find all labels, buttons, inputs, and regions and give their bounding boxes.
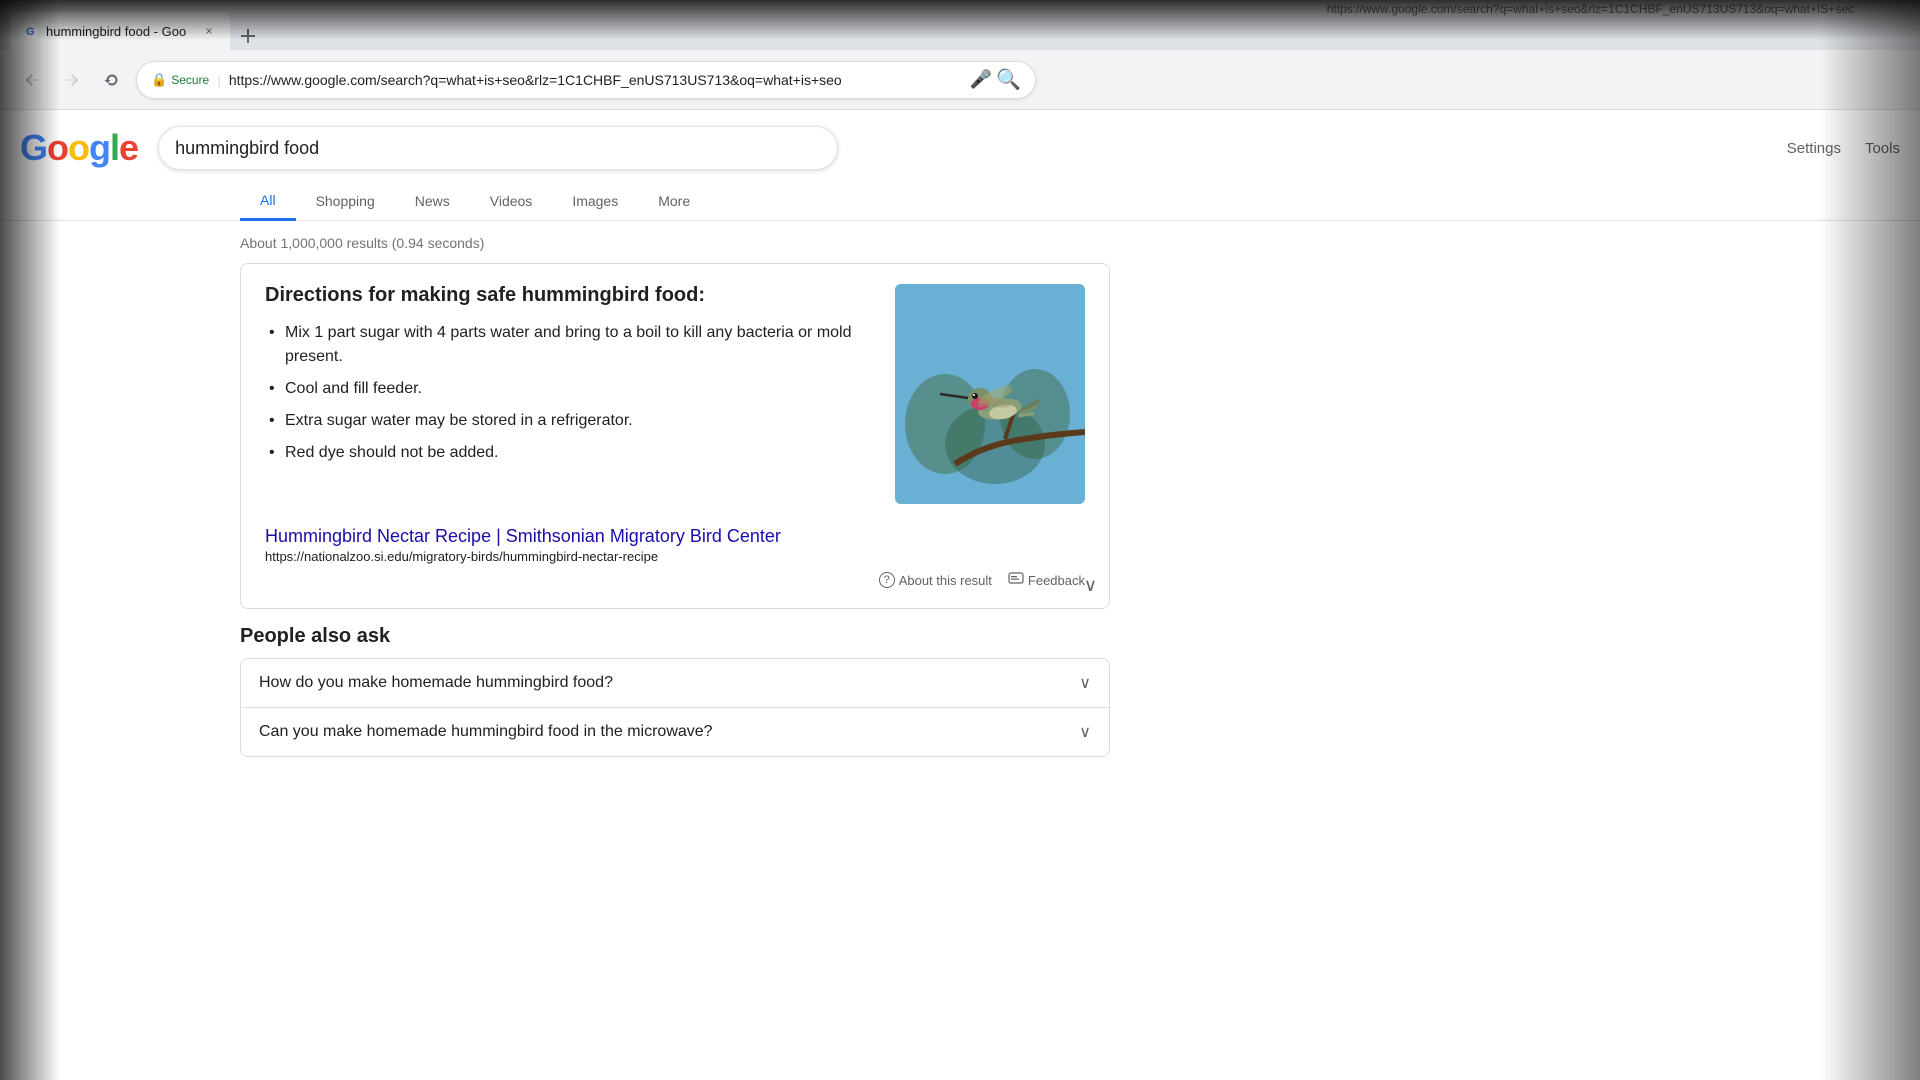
- nav-tabs: All Shopping News Videos Images More: [0, 174, 1920, 221]
- tab-title: hummingbird food - Goo: [46, 24, 186, 39]
- logo-letter-g2: g: [89, 127, 110, 168]
- bullet-3: Extra sugar water may be stored in a ref…: [265, 409, 879, 433]
- about-result-button[interactable]: ? About this result: [879, 572, 992, 588]
- search-icon[interactable]: 🔍: [996, 67, 1021, 92]
- about-result-icon: ?: [879, 572, 895, 588]
- page-content: Google hummingbird food Settings Tools A…: [0, 110, 1920, 1080]
- card-expand-button[interactable]: ∨: [1084, 575, 1097, 596]
- forward-button[interactable]: [56, 64, 88, 96]
- tab-all[interactable]: All: [240, 182, 296, 221]
- ask-chevron-2: ∨: [1079, 722, 1091, 742]
- bullet-2: Cool and fill feeder.: [265, 377, 879, 401]
- active-tab[interactable]: G hummingbird food - Goo ×: [10, 12, 230, 50]
- settings-link[interactable]: Settings: [1787, 140, 1841, 157]
- result-url: https://nationalzoo.si.edu/migratory-bir…: [265, 549, 1085, 564]
- people-also-ask-title: People also ask: [240, 625, 1110, 648]
- browser-chrome: https://www.google.com/search?q=what+is+…: [0, 0, 1920, 110]
- logo-letter-g1: G: [20, 127, 47, 168]
- logo-letter-e: e: [119, 127, 138, 168]
- address-bar-icons: 🎤 🔍: [970, 67, 1021, 92]
- results-count: About 1,000,000 results (0.94 seconds): [240, 229, 1900, 263]
- results-area: About 1,000,000 results (0.94 seconds) D…: [0, 221, 1920, 757]
- search-query-text: hummingbird food: [175, 138, 319, 159]
- bullet-4: Red dye should not be added.: [265, 441, 879, 465]
- tab-more[interactable]: More: [638, 183, 710, 219]
- main-search-bar[interactable]: hummingbird food: [158, 126, 838, 170]
- logo-letter-o1: o: [47, 127, 68, 168]
- feedback-button[interactable]: Feedback: [1008, 572, 1085, 588]
- bullet-1: Mix 1 part sugar with 4 parts water and …: [265, 321, 879, 369]
- people-also-ask-card: How do you make homemade hummingbird foo…: [240, 658, 1110, 757]
- google-logo: Google: [20, 127, 138, 169]
- feedback-icon: [1008, 572, 1024, 588]
- featured-snippet-card: Directions for making safe hummingbird f…: [240, 263, 1110, 609]
- url-partial-top: https://www.google.com/search?q=what+is+…: [1321, 0, 1860, 18]
- ask-item-1[interactable]: How do you make homemade hummingbird foo…: [241, 659, 1109, 708]
- featured-title: Directions for making safe hummingbird f…: [265, 284, 879, 307]
- tab-images[interactable]: Images: [552, 183, 638, 219]
- ask-question-2: Can you make homemade hummingbird food i…: [259, 723, 713, 741]
- microphone-icon[interactable]: 🎤: [970, 69, 992, 90]
- about-result-text: About this result: [899, 573, 992, 588]
- secure-text: Secure: [171, 73, 209, 87]
- refresh-button[interactable]: [96, 64, 128, 96]
- svg-text:G: G: [26, 26, 35, 38]
- google-header: Google hummingbird food Settings Tools: [0, 110, 1920, 170]
- result-link-area: Hummingbird Nectar Recipe | Smithsonian …: [265, 516, 1085, 564]
- address-bar[interactable]: 🔒 Secure | https://www.google.com/search…: [136, 61, 1036, 99]
- ask-chevron-1: ∨: [1079, 673, 1091, 693]
- logo-letter-o2: o: [68, 127, 89, 168]
- new-tab-button[interactable]: [234, 22, 262, 50]
- result-footer: ? About this result Feedback: [265, 572, 1085, 588]
- tab-shopping[interactable]: Shopping: [296, 183, 395, 219]
- ask-question-1: How do you make homemade hummingbird foo…: [259, 674, 613, 692]
- lock-icon: 🔒: [151, 72, 167, 88]
- tab-videos[interactable]: Videos: [470, 183, 553, 219]
- featured-bullets: Mix 1 part sugar with 4 parts water and …: [265, 321, 879, 465]
- tab-favicon: G: [22, 23, 38, 39]
- tools-link[interactable]: Tools: [1865, 140, 1900, 157]
- people-also-ask-section: People also ask How do you make homemade…: [240, 625, 1110, 757]
- back-button[interactable]: [16, 64, 48, 96]
- logo-letter-l: l: [110, 127, 119, 168]
- feedback-text: Feedback: [1028, 573, 1085, 588]
- tab-close-button[interactable]: ×: [200, 22, 218, 40]
- featured-text: Directions for making safe hummingbird f…: [265, 284, 879, 504]
- result-source-link[interactable]: Hummingbird Nectar Recipe | Smithsonian …: [265, 526, 1085, 547]
- url-text: https://www.google.com/search?q=what+is+…: [229, 72, 962, 88]
- hummingbird-image[interactable]: [895, 284, 1085, 504]
- settings-tools: Settings Tools: [1787, 140, 1900, 157]
- address-bar-row: 🔒 Secure | https://www.google.com/search…: [0, 50, 1920, 110]
- featured-inner: Directions for making safe hummingbird f…: [265, 284, 1085, 504]
- secure-badge: 🔒 Secure: [151, 72, 209, 88]
- tab-news[interactable]: News: [395, 183, 470, 219]
- ask-item-2[interactable]: Can you make homemade hummingbird food i…: [241, 708, 1109, 756]
